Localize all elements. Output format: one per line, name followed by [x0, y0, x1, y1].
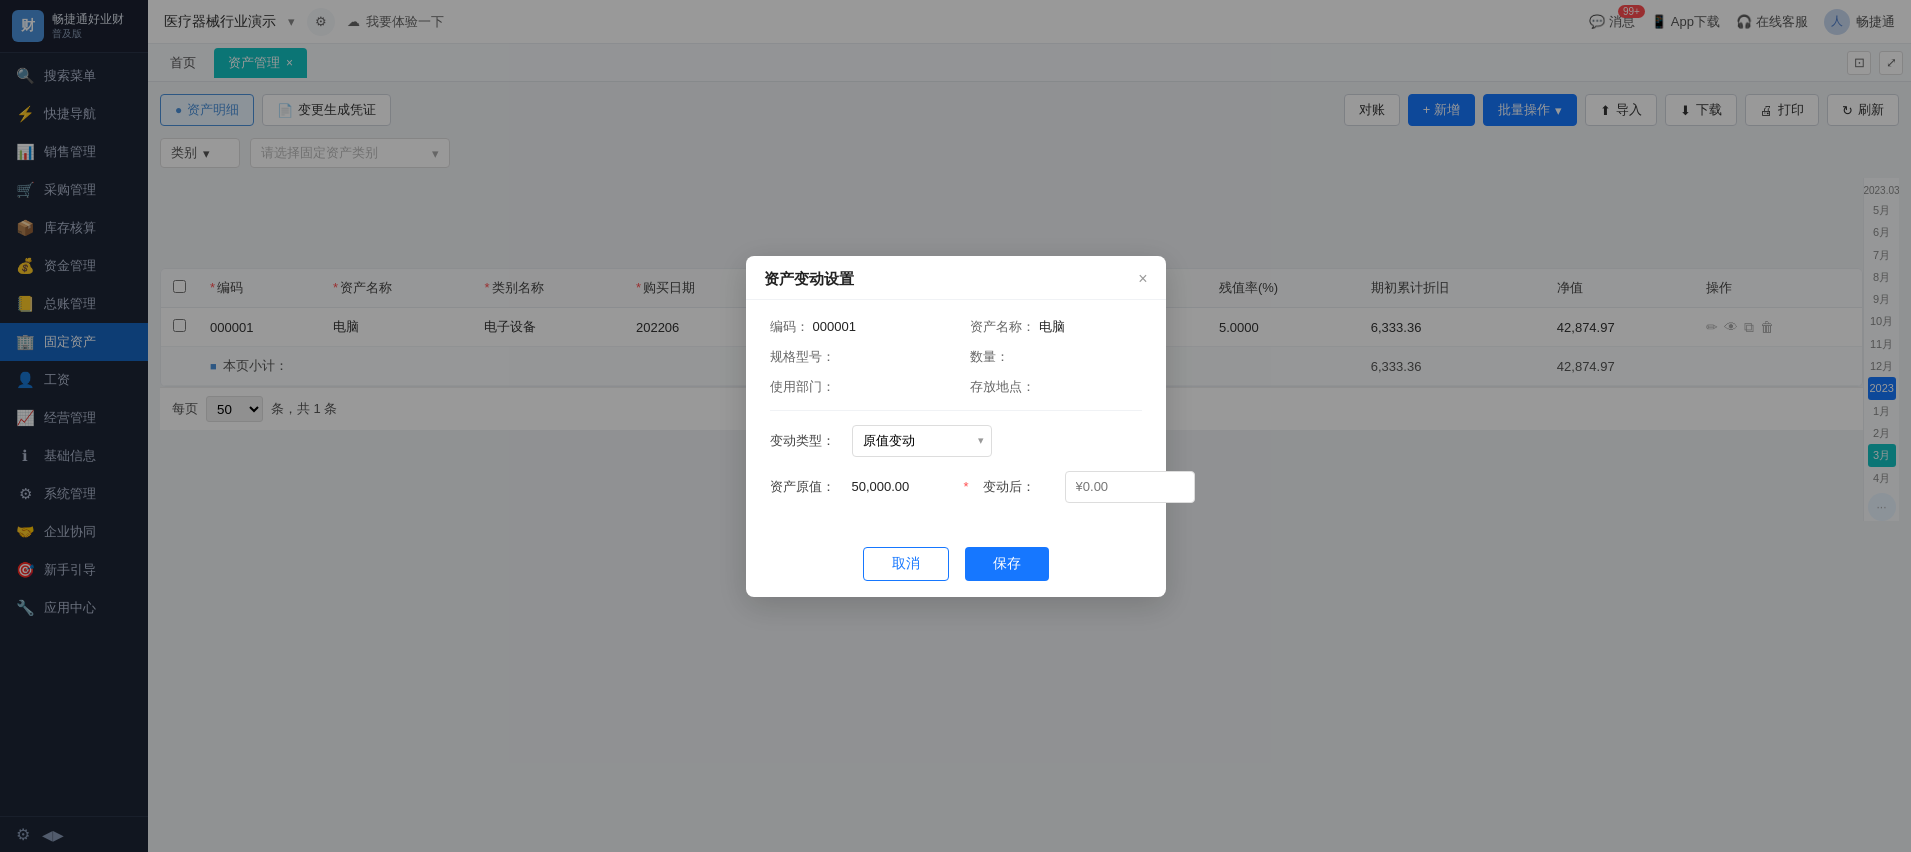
dialog-code-field: 编码： 000001: [770, 318, 950, 336]
save-button[interactable]: 保存: [965, 547, 1049, 581]
dialog-name-field: 资产名称： 电脑: [970, 318, 1150, 336]
dialog-name-value: 电脑: [1039, 318, 1065, 336]
required-star: *: [964, 479, 969, 494]
dialog-divider: [770, 410, 1142, 411]
dialog-original-value-display: 50,000.00: [852, 479, 952, 494]
dialog-change-type-label: 变动类型：: [770, 432, 840, 450]
dialog-header: 资产变动设置 ×: [746, 256, 1166, 300]
dialog-change-type-row: 变动类型： 原值变动 折旧方法变动 残值率变动 ▾: [770, 425, 1142, 457]
dialog-after-input[interactable]: [1065, 471, 1195, 503]
save-label: 保存: [993, 555, 1021, 571]
dialog-value-row: 资产原值： 50,000.00 * 变动后：: [770, 471, 1142, 503]
dialog-overlay: 资产变动设置 × 编码： 000001 资产名称： 电脑 规格型号：: [0, 0, 1911, 852]
dialog-change-type-select-wrap: 原值变动 折旧方法变动 残值率变动 ▾: [852, 425, 992, 457]
dialog-quantity-field: 数量：: [970, 348, 1150, 366]
dialog-original-value-label: 资产原值：: [770, 478, 840, 496]
cancel-label: 取消: [892, 555, 920, 571]
dialog-code-label: 编码：: [770, 318, 809, 336]
dialog-quantity-label: 数量：: [970, 348, 1009, 366]
dialog-info-row-1: 编码： 000001 资产名称： 电脑: [770, 318, 1142, 336]
dialog-spec-field: 规格型号：: [770, 348, 950, 366]
dialog-info-row-2: 规格型号： 数量：: [770, 348, 1142, 366]
dialog-dept-label: 使用部门：: [770, 378, 835, 396]
asset-change-dialog: 资产变动设置 × 编码： 000001 资产名称： 电脑 规格型号：: [746, 256, 1166, 597]
dialog-info-row-3: 使用部门： 存放地点：: [770, 378, 1142, 396]
dialog-after-label: 变动后：: [983, 478, 1053, 496]
dialog-body: 编码： 000001 资产名称： 电脑 规格型号： 数量：: [746, 300, 1166, 535]
dialog-code-value: 000001: [813, 319, 856, 334]
dialog-title: 资产变动设置: [764, 270, 854, 289]
dialog-name-label: 资产名称：: [970, 318, 1035, 336]
change-type-select[interactable]: 原值变动 折旧方法变动 残值率变动: [852, 425, 992, 457]
dialog-location-field: 存放地点：: [970, 378, 1150, 396]
dialog-dept-field: 使用部门：: [770, 378, 950, 396]
cancel-button[interactable]: 取消: [863, 547, 949, 581]
dialog-spec-label: 规格型号：: [770, 348, 835, 366]
dialog-location-label: 存放地点：: [970, 378, 1035, 396]
dialog-footer: 取消 保存: [746, 535, 1166, 597]
dialog-close-btn[interactable]: ×: [1138, 270, 1147, 288]
